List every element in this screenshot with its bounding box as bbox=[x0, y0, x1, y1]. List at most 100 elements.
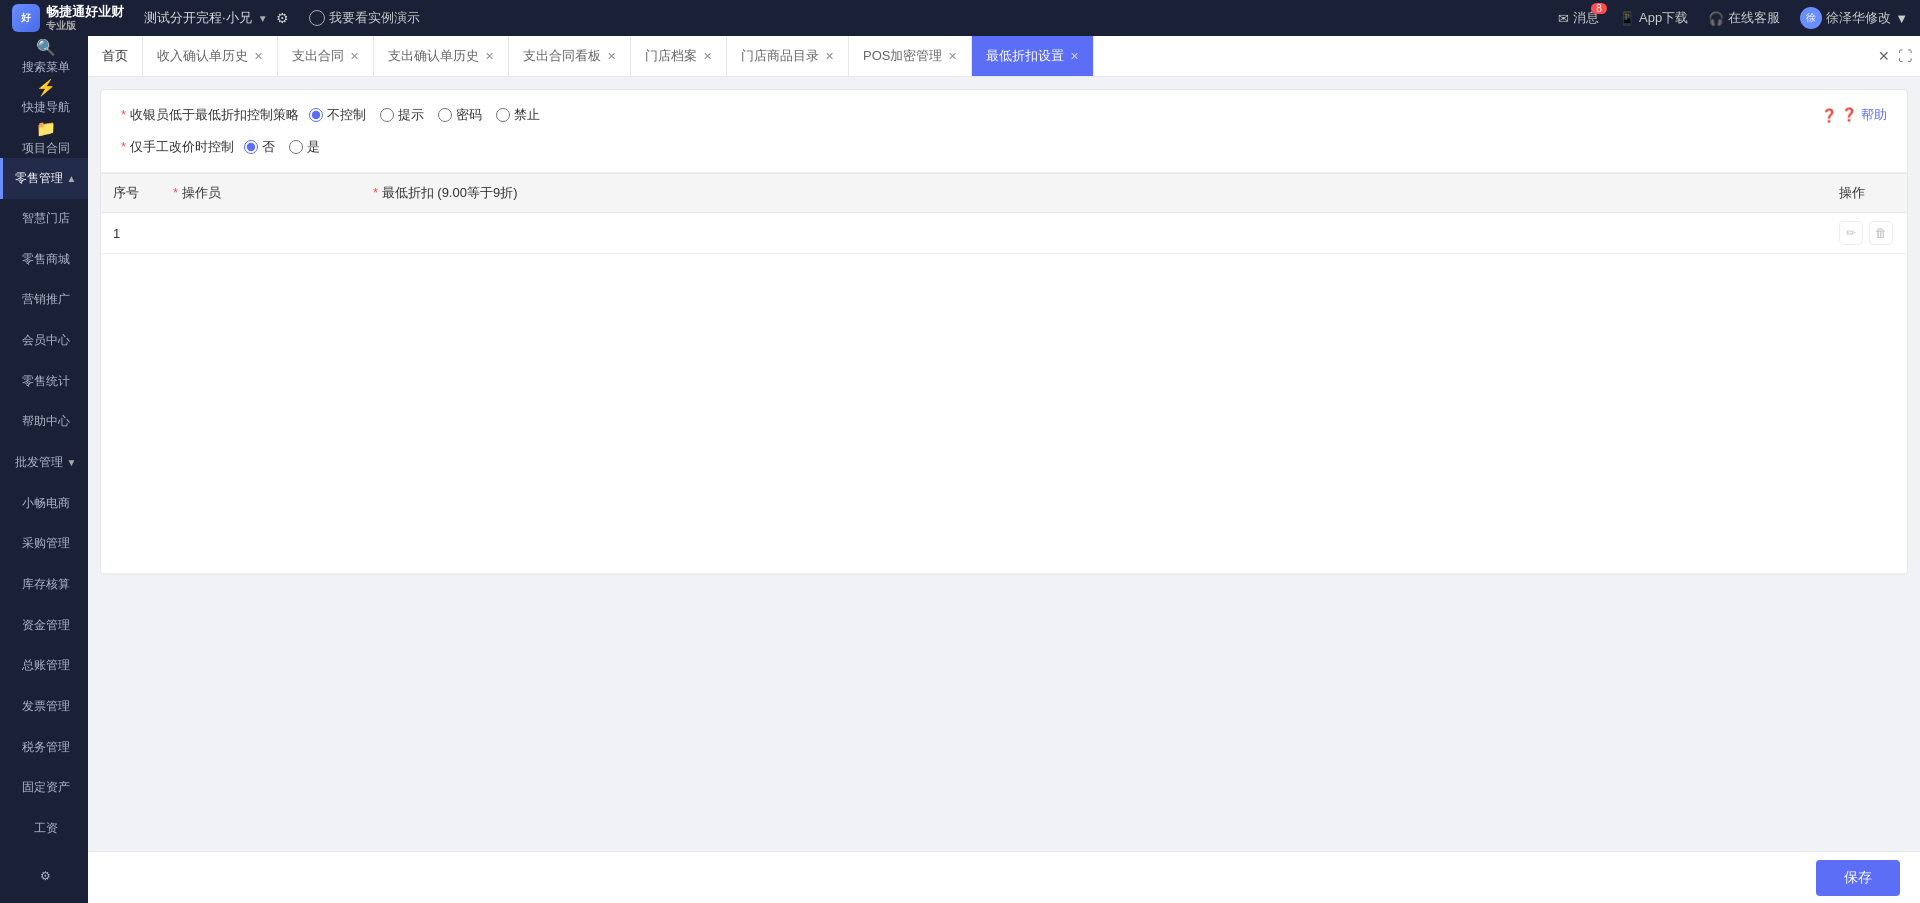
policy-remind-label: 提示 bbox=[398, 106, 424, 124]
table-body: 1 ✏ 🗑 bbox=[101, 213, 1907, 574]
settings-icon[interactable]: ⚙ bbox=[276, 10, 289, 26]
policy-password-label: 密码 bbox=[456, 106, 482, 124]
sidebar-item-retail[interactable]: 零售管理 ▲ bbox=[0, 158, 88, 199]
sidebar-item-finance[interactable]: 资金管理 bbox=[0, 605, 88, 646]
th-discount-label: 最低折扣 (9.00等于9折) bbox=[382, 185, 518, 200]
close-tab-icon[interactable]: ✕ bbox=[1878, 48, 1890, 64]
policy-password-input[interactable] bbox=[438, 108, 452, 122]
main-card: * 收银员低于最低折扣控制策略 不控制 提示 bbox=[100, 89, 1908, 575]
manual-yes[interactable]: 是 bbox=[289, 138, 320, 156]
tab-store-goods-close[interactable]: ✕ bbox=[825, 50, 834, 63]
tab-payment-history[interactable]: 支出确认单历史 ✕ bbox=[374, 36, 509, 76]
sidebar-item-smart-store[interactable]: 智慧门店 bbox=[0, 199, 88, 240]
table-header-row: 序号 * 操作员 * 最低折扣 (9.00等于9折) bbox=[101, 174, 1907, 213]
help-link[interactable]: ❓ ❓ 帮助 bbox=[1821, 106, 1887, 124]
tab-payment-board[interactable]: 支出合同看板 ✕ bbox=[509, 36, 631, 76]
tab-payment-contract-close[interactable]: ✕ bbox=[350, 50, 359, 63]
service-icon: 🎧 bbox=[1708, 11, 1724, 26]
sidebar-item-member[interactable]: 会员中心 bbox=[0, 321, 88, 362]
tab-payment-history-close[interactable]: ✕ bbox=[485, 50, 494, 63]
app-download-button[interactable]: 📱 App下载 bbox=[1619, 9, 1688, 27]
policy-password[interactable]: 密码 bbox=[438, 106, 482, 124]
sidebar-label-help: 帮助中心 bbox=[22, 414, 70, 430]
wholesale-arrow-icon: ▼ bbox=[67, 457, 77, 468]
sidebar-item-retail-mall[interactable]: 零售商城 bbox=[0, 239, 88, 280]
policy-no-control-input[interactable] bbox=[309, 108, 323, 122]
message-button[interactable]: ✉ 消息 8 bbox=[1558, 9, 1599, 27]
online-service-button[interactable]: 🎧 在线客服 bbox=[1708, 9, 1780, 27]
demo-button[interactable]: 我要看实例演示 bbox=[309, 9, 420, 27]
tab-pos-password-close[interactable]: ✕ bbox=[948, 50, 957, 63]
tab-store-archive-close[interactable]: ✕ bbox=[703, 50, 712, 63]
tab-store-goods[interactable]: 门店商品目录 ✕ bbox=[727, 36, 849, 76]
bottom-bar: 保存 bbox=[88, 851, 1920, 903]
policy-forbid-input[interactable] bbox=[496, 108, 510, 122]
policy-forbid[interactable]: 禁止 bbox=[496, 106, 540, 124]
edit-row-button[interactable]: ✏ bbox=[1839, 221, 1863, 245]
sidebar-item-stock[interactable]: 库存核算 bbox=[0, 565, 88, 606]
help-text: ❓ 帮助 bbox=[1841, 106, 1887, 124]
form-row-manual: * 仅手工改价时控制 否 是 bbox=[121, 138, 1887, 156]
sidebar-item-shortcut[interactable]: ⚡ 快捷导航 bbox=[0, 77, 88, 118]
sidebar-item-project[interactable]: 📁 项目合同 bbox=[0, 117, 88, 158]
sidebar-label-member: 会员中心 bbox=[22, 333, 70, 349]
th-action-label: 操作 bbox=[1839, 185, 1865, 200]
sidebar-item-ledger[interactable]: 总账管理 bbox=[0, 646, 88, 687]
sidebar-item-search[interactable]: 🔍 搜索菜单 bbox=[0, 36, 88, 77]
policy-forbid-label: 禁止 bbox=[514, 106, 540, 124]
sidebar-item-help[interactable]: 帮助中心 bbox=[0, 402, 88, 443]
sidebar-item-ecommerce[interactable]: 小畅电商 bbox=[0, 483, 88, 524]
tab-home-label: 首页 bbox=[102, 47, 128, 65]
th-action: 操作 bbox=[1827, 174, 1907, 213]
policy-no-control[interactable]: 不控制 bbox=[309, 106, 366, 124]
user-menu[interactable]: 徐 徐泽华修改 ▼ bbox=[1800, 7, 1908, 29]
tab-min-discount[interactable]: 最低折扣设置 ✕ bbox=[972, 36, 1094, 76]
tab-income-history-close[interactable]: ✕ bbox=[254, 50, 263, 63]
tab-min-discount-label: 最低折扣设置 bbox=[986, 47, 1064, 65]
policy-remind-input[interactable] bbox=[380, 108, 394, 122]
tab-payment-history-label: 支出确认单历史 bbox=[388, 47, 479, 65]
sidebar: 🔍 搜索菜单 ⚡ 快捷导航 📁 项目合同 零售管理 ▲ 智慧门店 零售商城 营销… bbox=[0, 36, 88, 903]
manual-text: 仅手工改价时控制 bbox=[130, 139, 234, 154]
sidebar-item-salary[interactable]: 工资 bbox=[0, 808, 88, 849]
table-empty-row bbox=[101, 254, 1907, 574]
shortcut-icon: ⚡ bbox=[36, 78, 56, 97]
tab-home[interactable]: 首页 bbox=[88, 36, 143, 76]
sidebar-label-project: 项目合同 bbox=[22, 141, 70, 157]
sidebar-label-stock: 库存核算 bbox=[22, 577, 70, 593]
search-icon: 🔍 bbox=[36, 38, 56, 57]
sidebar-item-invoice[interactable]: 发票管理 bbox=[0, 687, 88, 728]
policy-remind[interactable]: 提示 bbox=[380, 106, 424, 124]
manual-yes-input[interactable] bbox=[289, 140, 303, 154]
online-service-label: 在线客服 bbox=[1728, 9, 1780, 27]
sidebar-label-retail-mall: 零售商城 bbox=[22, 252, 70, 268]
required-star-1: * bbox=[121, 107, 126, 122]
delete-row-button[interactable]: 🗑 bbox=[1869, 221, 1893, 245]
save-button[interactable]: 保存 bbox=[1816, 860, 1900, 896]
tab-min-discount-close[interactable]: ✕ bbox=[1070, 50, 1079, 63]
tab-store-archive[interactable]: 门店档案 ✕ bbox=[631, 36, 727, 76]
tab-income-history[interactable]: 收入确认单历史 ✕ bbox=[143, 36, 278, 76]
tab-pos-password[interactable]: POS加密管理 ✕ bbox=[849, 36, 972, 76]
required-star-2: * bbox=[121, 139, 126, 154]
manual-no[interactable]: 否 bbox=[244, 138, 275, 156]
manual-no-input[interactable] bbox=[244, 140, 258, 154]
sidebar-item-marketing[interactable]: 营销推广 bbox=[0, 280, 88, 321]
tab-payment-contract[interactable]: 支出合同 ✕ bbox=[278, 36, 374, 76]
cell-seq-1: 1 bbox=[101, 213, 161, 254]
sidebar-settings-button[interactable]: ⚙ bbox=[0, 849, 88, 903]
tab-income-history-label: 收入确认单历史 bbox=[157, 47, 248, 65]
sidebar-item-wholesale[interactable]: 批发管理 ▼ bbox=[0, 443, 88, 484]
tab-payment-board-close[interactable]: ✕ bbox=[607, 50, 616, 63]
maximize-icon[interactable]: ⛶ bbox=[1898, 48, 1912, 64]
table-scroll: 序号 * 操作员 * 最低折扣 (9.00等于9折) bbox=[101, 173, 1907, 574]
project-selector[interactable]: 测试分开完程·小兄 ▼ bbox=[144, 9, 268, 27]
sidebar-item-tax[interactable]: 税务管理 bbox=[0, 727, 88, 768]
th-operator-required: * bbox=[173, 185, 178, 200]
sidebar-label-ecommerce: 小畅电商 bbox=[22, 496, 70, 512]
sidebar-item-retail-stat[interactable]: 零售统计 bbox=[0, 361, 88, 402]
content-area: 首页 收入确认单历史 ✕ 支出合同 ✕ 支出确认单历史 ✕ 支出合同看板 ✕ 门… bbox=[88, 36, 1920, 903]
sidebar-label-smart-store: 智慧门店 bbox=[22, 211, 70, 227]
sidebar-item-fixed-assets[interactable]: 固定资产 bbox=[0, 768, 88, 809]
sidebar-item-purchase[interactable]: 采购管理 bbox=[0, 524, 88, 565]
